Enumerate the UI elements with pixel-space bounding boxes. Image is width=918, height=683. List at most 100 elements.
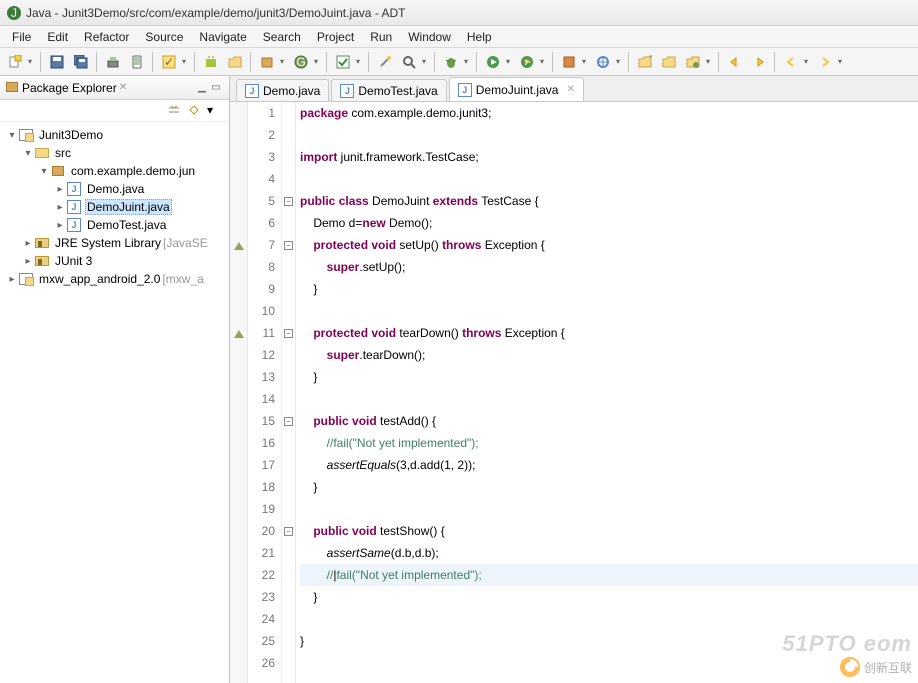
code-line[interactable] bbox=[300, 300, 918, 322]
tree-item[interactable]: ▾Junit3Demo bbox=[2, 126, 227, 144]
dropdown-arrow-icon[interactable]: ▾ bbox=[356, 57, 364, 66]
code-line[interactable]: super.tearDown(); bbox=[300, 344, 918, 366]
debug-button[interactable] bbox=[440, 51, 462, 73]
project-tree[interactable]: ▾Junit3Demo▾src▾com.example.demo.jun▸JDe… bbox=[0, 122, 229, 292]
editor-tab[interactable]: JDemo.java bbox=[236, 79, 329, 101]
expand-icon[interactable]: ▸ bbox=[22, 238, 34, 249]
open-type-button[interactable] bbox=[682, 51, 704, 73]
dropdown-arrow-icon[interactable]: ▾ bbox=[804, 57, 812, 66]
tree-item[interactable]: ▾com.example.demo.jun bbox=[2, 162, 227, 180]
new-project-button[interactable]: + bbox=[634, 51, 656, 73]
dropdown-arrow-icon[interactable]: ▾ bbox=[838, 57, 846, 66]
code-line[interactable] bbox=[300, 124, 918, 146]
editor-tab[interactable]: JDemoJuint.java✕ bbox=[449, 77, 584, 101]
expand-icon[interactable]: ▸ bbox=[6, 274, 18, 285]
code-line[interactable]: } bbox=[300, 586, 918, 608]
open-button[interactable] bbox=[224, 51, 246, 73]
view-menu-icon[interactable]: ▾ bbox=[207, 103, 223, 119]
tree-item[interactable]: ▸JDemo.java bbox=[2, 180, 227, 198]
code-line[interactable] bbox=[300, 498, 918, 520]
tree-item[interactable]: ▸mxw_app_android_2.0 [mxw_a bbox=[2, 270, 227, 288]
code-line[interactable] bbox=[300, 608, 918, 630]
type-button[interactable]: G bbox=[290, 51, 312, 73]
code-line[interactable]: assertSame(d.b,d.b); bbox=[300, 542, 918, 564]
code-line[interactable]: protected void tearDown() throws Excepti… bbox=[300, 322, 918, 344]
back-button[interactable] bbox=[780, 51, 802, 73]
menu-project[interactable]: Project bbox=[309, 28, 362, 46]
sdk-manager-button[interactable] bbox=[102, 51, 124, 73]
close-view-icon[interactable]: ✕ bbox=[119, 82, 127, 93]
tree-item[interactable]: ▸JRE System Library [JavaSE bbox=[2, 234, 227, 252]
dropdown-arrow-icon[interactable]: ▾ bbox=[314, 57, 322, 66]
code-line[interactable]: public void testShow() { bbox=[300, 520, 918, 542]
code-line[interactable]: public void testAdd() { bbox=[300, 410, 918, 432]
code-line[interactable]: } bbox=[300, 476, 918, 498]
fold-toggle-icon[interactable]: − bbox=[284, 197, 293, 206]
code-line[interactable]: assertEquals(3,d.add(1, 2)); bbox=[300, 454, 918, 476]
minimize-view-icon[interactable]: ▁ bbox=[195, 81, 209, 95]
avd-manager-button[interactable] bbox=[126, 51, 148, 73]
tree-item[interactable]: ▸JDemoJuint.java bbox=[2, 198, 227, 216]
expand-icon[interactable]: ▸ bbox=[54, 184, 66, 195]
override-marker-icon[interactable] bbox=[234, 328, 244, 338]
expand-icon[interactable]: ▾ bbox=[6, 130, 18, 141]
expand-icon[interactable]: ▾ bbox=[22, 148, 34, 159]
dropdown-arrow-icon[interactable]: ▾ bbox=[616, 57, 624, 66]
save-all-button[interactable] bbox=[70, 51, 92, 73]
fold-bar[interactable]: − − − − − bbox=[282, 102, 296, 683]
external-tools-button[interactable] bbox=[558, 51, 580, 73]
expand-icon[interactable]: ▸ bbox=[54, 202, 66, 213]
code-line[interactable]: super.setUp(); bbox=[300, 256, 918, 278]
expand-icon[interactable]: ▾ bbox=[38, 166, 50, 177]
code-line[interactable]: //fail("Not yet implemented"); bbox=[300, 432, 918, 454]
fold-toggle-icon[interactable]: − bbox=[284, 417, 293, 426]
tree-item[interactable]: ▸JDemoTest.java bbox=[2, 216, 227, 234]
code-line[interactable]: //|fail("Not yet implemented"); bbox=[300, 564, 918, 586]
team-button[interactable] bbox=[592, 51, 614, 73]
fold-toggle-icon[interactable]: − bbox=[284, 241, 293, 250]
new-button[interactable] bbox=[4, 51, 26, 73]
link-editor-icon[interactable] bbox=[187, 103, 203, 119]
code-line[interactable] bbox=[300, 388, 918, 410]
code-editor[interactable]: 1234567891011121314151617181920212223242… bbox=[230, 102, 918, 683]
new-android-button[interactable] bbox=[200, 51, 222, 73]
next-edit-button[interactable] bbox=[748, 51, 770, 73]
fold-toggle-icon[interactable]: − bbox=[284, 329, 293, 338]
run-last-button[interactable]: ⚙ bbox=[516, 51, 538, 73]
menu-search[interactable]: Search bbox=[255, 28, 309, 46]
expand-icon[interactable]: ▸ bbox=[54, 220, 66, 231]
code-line[interactable]: } bbox=[300, 366, 918, 388]
wand-button[interactable] bbox=[374, 51, 396, 73]
dropdown-arrow-icon[interactable]: ▾ bbox=[506, 57, 514, 66]
maximize-view-icon[interactable]: ▭ bbox=[209, 81, 223, 95]
checkbox-button[interactable] bbox=[332, 51, 354, 73]
code-line[interactable]: Demo d=new Demo(); bbox=[300, 212, 918, 234]
editor-tab[interactable]: JDemoTest.java bbox=[331, 79, 446, 101]
menu-refactor[interactable]: Refactor bbox=[76, 28, 137, 46]
code-line[interactable]: public class DemoJuint extends TestCase … bbox=[300, 190, 918, 212]
dropdown-arrow-icon[interactable]: ▾ bbox=[540, 57, 548, 66]
code-content[interactable]: package com.example.demo.junit3; import … bbox=[296, 102, 918, 683]
override-marker-icon[interactable] bbox=[234, 240, 244, 250]
code-line[interactable]: } bbox=[300, 278, 918, 300]
dropdown-arrow-icon[interactable]: ▾ bbox=[28, 57, 36, 66]
code-line[interactable] bbox=[300, 168, 918, 190]
dropdown-arrow-icon[interactable]: ▾ bbox=[422, 57, 430, 66]
menu-edit[interactable]: Edit bbox=[39, 28, 76, 46]
dropdown-arrow-icon[interactable]: ▾ bbox=[582, 57, 590, 66]
menu-source[interactable]: Source bbox=[137, 28, 191, 46]
close-tab-icon[interactable]: ✕ bbox=[566, 84, 574, 95]
dropdown-arrow-icon[interactable]: ▾ bbox=[182, 57, 190, 66]
collapse-all-icon[interactable] bbox=[167, 103, 183, 119]
fold-toggle-icon[interactable]: − bbox=[284, 527, 293, 536]
dropdown-arrow-icon[interactable]: ▾ bbox=[464, 57, 472, 66]
tree-item[interactable]: ▸JUnit 3 bbox=[2, 252, 227, 270]
code-line[interactable]: package com.example.demo.junit3; bbox=[300, 102, 918, 124]
search-button[interactable] bbox=[398, 51, 420, 73]
code-line[interactable]: import junit.framework.TestCase; bbox=[300, 146, 918, 168]
code-line[interactable] bbox=[300, 652, 918, 674]
save-button[interactable] bbox=[46, 51, 68, 73]
menu-window[interactable]: Window bbox=[400, 28, 459, 46]
tree-item[interactable]: ▾src bbox=[2, 144, 227, 162]
expand-icon[interactable]: ▸ bbox=[22, 256, 34, 267]
